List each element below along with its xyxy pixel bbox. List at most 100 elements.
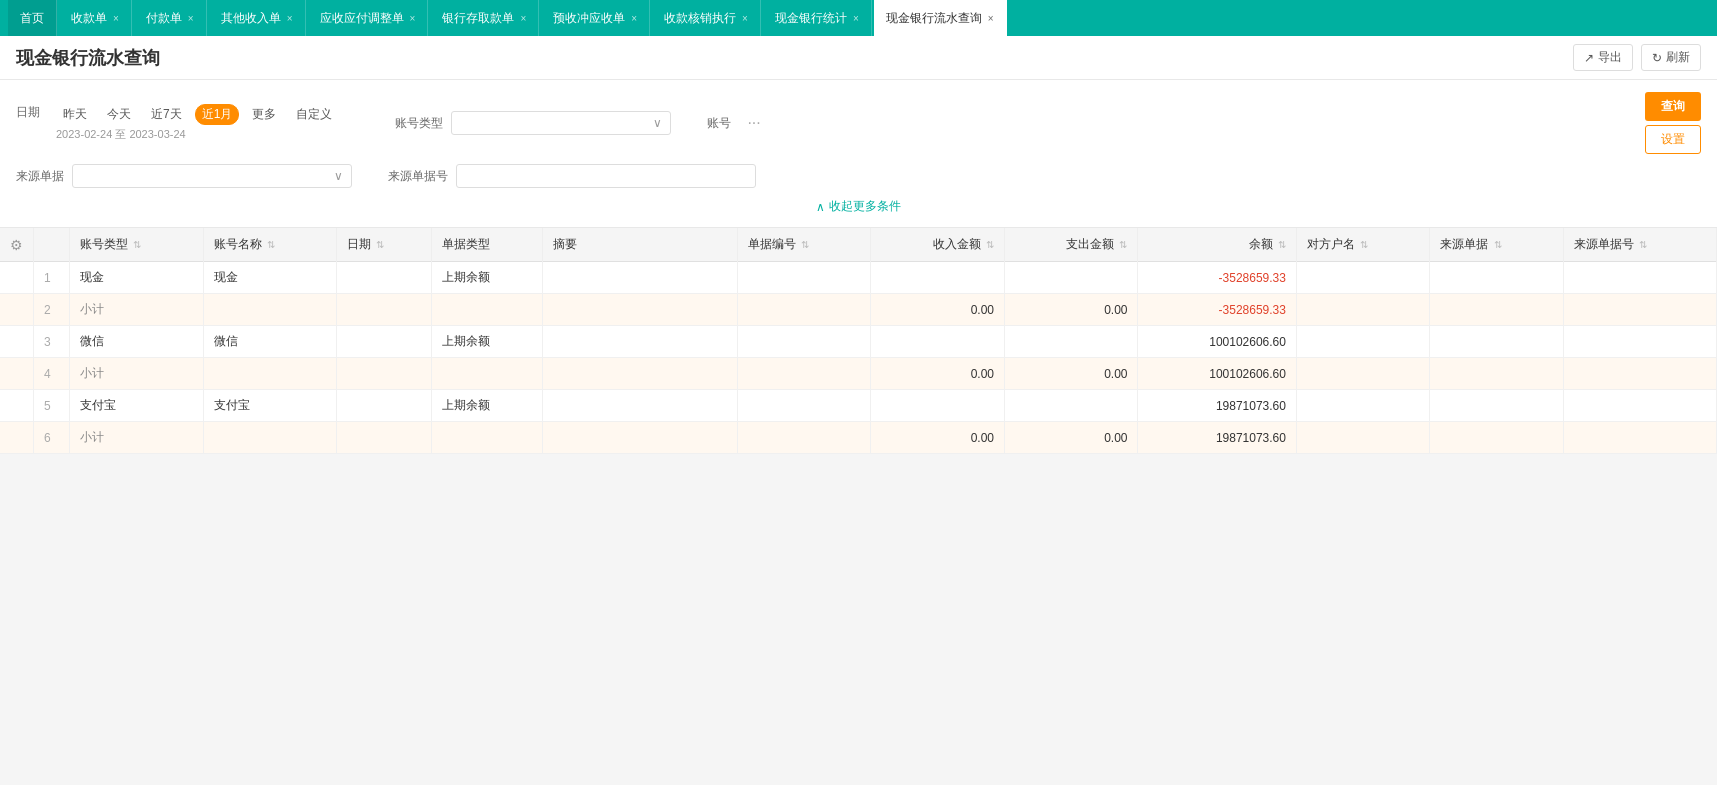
col-income[interactable]: 收入金额 ⇅ — [871, 228, 1005, 262]
row-balance: 19871073.60 — [1138, 390, 1296, 422]
row-date — [337, 326, 432, 358]
close-icon[interactable]: × — [988, 13, 994, 24]
nav-home[interactable]: 首页 — [8, 0, 57, 36]
table-row: 3 微信 微信 上期余额 100102606.60 — [0, 326, 1717, 358]
table-row: 1 现金 现金 上期余额 -3528659.33 — [0, 262, 1717, 294]
row-account-type: 小计 — [70, 358, 204, 390]
row-account-type: 微信 — [70, 326, 204, 358]
row-summary — [543, 390, 738, 422]
row-doc-type — [431, 294, 543, 326]
filter-row-source: 来源单据 ∨ 来源单据号 — [16, 164, 1701, 188]
table-body: 1 现金 现金 上期余额 -3528659.33 2 小计 0.00 0.00 … — [0, 262, 1717, 454]
sort-icon: ⇅ — [376, 239, 384, 250]
col-doc-num[interactable]: 单据编号 ⇅ — [737, 228, 871, 262]
row-source-doc — [1430, 422, 1564, 454]
row-settings-cell — [0, 390, 34, 422]
row-income — [871, 262, 1005, 294]
row-date — [337, 358, 432, 390]
row-source-doc — [1430, 294, 1564, 326]
nav-tab-qitashouru[interactable]: 其他收入单 × — [209, 0, 306, 36]
settings-button[interactable]: 设置 — [1645, 125, 1701, 154]
row-summary — [543, 358, 738, 390]
row-account-name: 支付宝 — [203, 390, 337, 422]
nav-tab-yushou[interactable]: 预收冲应收单 × — [541, 0, 650, 36]
sort-icon: ⇅ — [801, 239, 809, 250]
row-num: 6 — [34, 422, 70, 454]
row-doc-type: 上期余额 — [431, 390, 543, 422]
col-account-type[interactable]: 账号类型 ⇅ — [70, 228, 204, 262]
row-num: 1 — [34, 262, 70, 294]
sort-icon: ⇅ — [1360, 239, 1368, 250]
export-button[interactable]: ↗ 导出 — [1573, 44, 1633, 71]
close-icon[interactable]: × — [742, 13, 748, 24]
row-doc-num — [737, 262, 871, 294]
table-settings-icon[interactable]: ⚙ — [10, 237, 23, 253]
col-doc-type: 单据类型 — [431, 228, 543, 262]
chevron-down-icon-2: ∨ — [334, 169, 343, 183]
date-btn-1month[interactable]: 近1月 — [195, 104, 240, 125]
row-expense — [1004, 390, 1138, 422]
sort-icon: ⇅ — [133, 239, 141, 250]
col-counterpart[interactable]: 对方户名 ⇅ — [1296, 228, 1430, 262]
nav-tab-xianjin-liushui[interactable]: 现金银行流水查询 × — [874, 0, 1007, 36]
source-doc-label: 来源单据 — [16, 168, 64, 185]
col-account-name[interactable]: 账号名称 ⇅ — [203, 228, 337, 262]
row-num: 4 — [34, 358, 70, 390]
row-balance: -3528659.33 — [1138, 262, 1296, 294]
query-button[interactable]: 查询 — [1645, 92, 1701, 121]
date-btn-custom[interactable]: 自定义 — [289, 104, 339, 125]
close-icon[interactable]: × — [287, 13, 293, 24]
source-doc-num-input[interactable] — [456, 164, 756, 188]
table-row: 5 支付宝 支付宝 上期余额 19871073.60 — [0, 390, 1717, 422]
col-balance[interactable]: 余额 ⇅ — [1138, 228, 1296, 262]
row-expense: 0.00 — [1004, 358, 1138, 390]
date-btn-today[interactable]: 今天 — [100, 104, 138, 125]
row-account-name: 现金 — [203, 262, 337, 294]
collapse-icon: ∧ — [816, 200, 825, 214]
date-btn-7days[interactable]: 近7天 — [144, 104, 189, 125]
date-range-display: 2023-02-24 至 2023-03-24 — [56, 127, 339, 142]
col-date[interactable]: 日期 ⇅ — [337, 228, 432, 262]
close-icon[interactable]: × — [853, 13, 859, 24]
col-source-doc[interactable]: 来源单据 ⇅ — [1430, 228, 1564, 262]
date-btn-yesterday[interactable]: 昨天 — [56, 104, 94, 125]
row-summary — [543, 262, 738, 294]
row-income — [871, 326, 1005, 358]
close-icon[interactable]: × — [188, 13, 194, 24]
close-icon[interactable]: × — [520, 13, 526, 24]
row-income — [871, 390, 1005, 422]
close-icon[interactable]: × — [410, 13, 416, 24]
nav-tab-fukuandan[interactable]: 付款单 × — [134, 0, 207, 36]
row-num: 5 — [34, 390, 70, 422]
nav-tab-shoukuanhe[interactable]: 收款核销执行 × — [652, 0, 761, 36]
account-type-select[interactable]: ∨ — [451, 111, 671, 135]
row-account-type: 小计 — [70, 294, 204, 326]
row-date — [337, 390, 432, 422]
nav-tab-yingshou[interactable]: 应收应付调整单 × — [308, 0, 429, 36]
row-doc-num — [737, 358, 871, 390]
close-icon[interactable]: × — [631, 13, 637, 24]
row-income: 0.00 — [871, 422, 1005, 454]
account-dots-icon[interactable]: ··· — [747, 114, 760, 132]
close-icon[interactable]: × — [113, 13, 119, 24]
row-account-name — [203, 294, 337, 326]
nav-tab-xianjin-tongji[interactable]: 现金银行统计 × — [763, 0, 872, 36]
nav-tab-yinhang[interactable]: 银行存取款单 × — [430, 0, 539, 36]
row-doc-num — [737, 326, 871, 358]
row-date — [337, 422, 432, 454]
collapse-bar[interactable]: ∧ 收起更多条件 — [16, 198, 1701, 215]
row-source-doc-num — [1563, 358, 1716, 390]
col-num — [34, 228, 70, 262]
refresh-icon: ↻ — [1652, 51, 1662, 65]
refresh-button[interactable]: ↻ 刷新 — [1641, 44, 1701, 71]
col-source-doc-num[interactable]: 来源单据号 ⇅ — [1563, 228, 1716, 262]
table-area: ⚙ 账号类型 ⇅ 账号名称 ⇅ 日期 ⇅ 单据类型 摘要 单据编号 — [0, 228, 1717, 454]
row-doc-num — [737, 422, 871, 454]
source-doc-select[interactable]: ∨ — [72, 164, 352, 188]
date-btn-more[interactable]: 更多 — [245, 104, 283, 125]
row-summary — [543, 326, 738, 358]
col-expense[interactable]: 支出金额 ⇅ — [1004, 228, 1138, 262]
row-settings-cell — [0, 358, 34, 390]
nav-tab-shoukuandan[interactable]: 收款单 × — [59, 0, 132, 36]
header-actions: ↗ 导出 ↻ 刷新 — [1573, 44, 1701, 71]
